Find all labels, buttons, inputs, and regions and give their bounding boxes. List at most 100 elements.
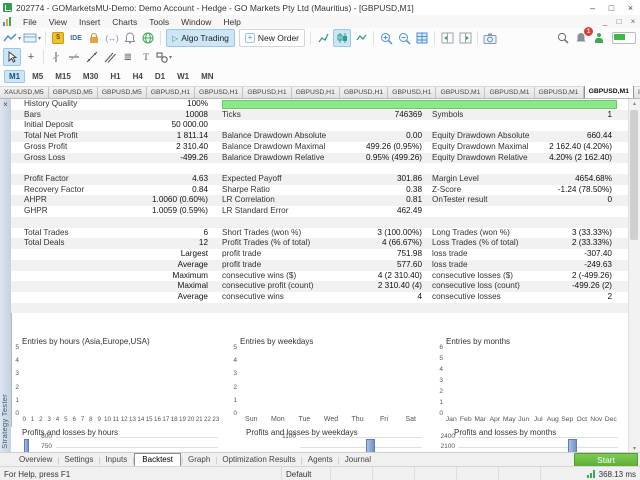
chart-tab[interactable]: Inside Quant — [634, 87, 640, 98]
chart-type-line-icon[interactable]: ▾ — [3, 30, 21, 46]
minimize-button[interactable]: – — [583, 0, 602, 15]
gridline — [56, 447, 218, 448]
notifications-bell-icon[interactable]: 1 — [573, 27, 593, 46]
vertical-line-tool-icon[interactable] — [48, 49, 64, 65]
menu-item-tools[interactable]: Tools — [143, 17, 175, 27]
chart-tab[interactable]: GBPUSD,M1 — [485, 87, 535, 98]
menu-item-insert[interactable]: Insert — [73, 17, 106, 27]
tester-tab-agents[interactable]: Agents — [303, 454, 338, 466]
tick-chart-icon[interactable] — [315, 30, 331, 46]
trendline-tool-icon[interactable] — [84, 49, 100, 65]
scroll-up-icon[interactable]: ▴ — [629, 100, 640, 107]
tile-windows-icon[interactable] — [414, 30, 430, 46]
stat-label: consecutive wins ($) — [222, 270, 297, 280]
chart-tab[interactable]: GBPUSD,H1 — [146, 87, 196, 98]
chart-tab[interactable]: GBPUSD,H1 — [243, 87, 292, 98]
x-axis-tick: Aug — [546, 416, 559, 423]
web-terminal-icon[interactable] — [140, 30, 156, 46]
menu-item-window[interactable]: Window — [175, 17, 217, 27]
menu-item-charts[interactable]: Charts — [106, 17, 143, 27]
crosshair-tool-icon[interactable]: + — [23, 49, 39, 65]
chart-tab[interactable]: GBPUSD,M5 — [48, 87, 98, 98]
tester-tab-backtest[interactable]: Backtest — [134, 453, 181, 467]
lock-icon[interactable] — [86, 30, 102, 46]
tester-tab-inputs[interactable]: Inputs — [100, 454, 132, 466]
market-watch-icon[interactable]: $ — [50, 30, 66, 46]
channel-tool-icon[interactable] — [102, 49, 118, 65]
line-chart-mode-icon[interactable] — [353, 30, 369, 46]
horizontal-line-tool-icon[interactable] — [66, 49, 82, 65]
timeframe-m15[interactable]: M15 — [50, 70, 76, 83]
screenshot-camera-icon[interactable] — [482, 30, 498, 46]
tester-tab-journal[interactable]: Journal — [340, 454, 376, 466]
chart-tab[interactable]: GBPUSD,M1 — [583, 86, 634, 98]
stat-label: loss trade — [432, 259, 468, 269]
profile-status[interactable]: Default — [281, 467, 331, 480]
connection-toggle[interactable] — [612, 32, 636, 44]
chart-tab[interactable]: GBPUSD,H1 — [339, 87, 389, 98]
stat-value: 4 (66.67%) — [381, 238, 422, 248]
mdi-restore-button[interactable]: □ — [612, 17, 626, 26]
alerts-bell-icon[interactable] — [122, 30, 138, 46]
tester-tab-optimization-results[interactable]: Optimization Results — [217, 454, 300, 466]
stats-cell: OnTester result 0 — [425, 195, 619, 206]
ide-icon[interactable]: IDE — [68, 30, 84, 46]
timeframe-d1[interactable]: D1 — [150, 70, 170, 83]
menu-item-file[interactable]: File — [17, 17, 43, 27]
timeframe-m5[interactable]: M5 — [27, 70, 48, 83]
menu-item-view[interactable]: View — [43, 17, 73, 27]
bar-chart-mode-icon[interactable] — [333, 29, 352, 47]
mdi-close-button[interactable]: × — [626, 17, 640, 26]
chart-tab[interactable]: GBPUSD,H1 — [388, 87, 437, 98]
menu-bar: File View Insert Charts Tools Window Help _ □ … — [0, 15, 640, 29]
maximize-button[interactable]: □ — [602, 0, 621, 15]
depth-of-market-icon[interactable]: (↔) — [104, 30, 120, 46]
chart-tab[interactable]: GBPUSD,H1 — [195, 87, 244, 98]
stat-value: Largest — [180, 249, 208, 259]
chart-profile-icon[interactable]: ▾ — [23, 30, 41, 46]
tester-tab-graph[interactable]: Graph — [183, 454, 215, 466]
mdi-minimize-button[interactable]: _ — [598, 17, 612, 26]
y-axis-tick: 3 — [233, 370, 237, 377]
stats-row: History Quality 100% — [11, 99, 629, 110]
status-bar: For Help, press F1 Default 368.13 ms — [0, 466, 640, 480]
timeframe-m1[interactable]: M1 — [4, 69, 26, 83]
menu-item-help[interactable]: Help — [217, 17, 246, 27]
tester-close-icon[interactable]: × — [0, 100, 11, 109]
community-person-icon[interactable] — [591, 30, 607, 46]
x-axis-tick: 13 — [129, 416, 136, 423]
close-button[interactable]: × — [621, 0, 640, 15]
fibonacci-tool-icon[interactable]: ≣ — [120, 49, 136, 65]
chart-tab[interactable]: GBPUSD,M1 — [534, 87, 584, 98]
chart-tab[interactable]: XAUUSD,M5 — [0, 87, 49, 98]
tester-tab-overview[interactable]: Overview — [14, 454, 57, 466]
text-tool-icon[interactable]: T — [138, 49, 154, 65]
chart-tab[interactable]: GBPUSD,M1 — [436, 87, 486, 98]
zoom-in-icon[interactable] — [378, 30, 394, 46]
scrollbar-thumb[interactable] — [630, 110, 638, 240]
stat-label: Bars — [24, 109, 41, 119]
chart-tab[interactable]: GBPUSD,H1 — [291, 87, 340, 98]
tester-scrollbar[interactable]: ▴ ▾ — [628, 99, 640, 453]
timeframe-mn[interactable]: MN — [196, 70, 218, 83]
zoom-out-icon[interactable] — [396, 30, 412, 46]
timeframe-h4[interactable]: H4 — [128, 70, 148, 83]
stat-value: 4654.68% — [575, 174, 612, 184]
timeframe-m30[interactable]: M30 — [78, 70, 104, 83]
scroll-down-icon[interactable]: ▾ — [629, 445, 640, 452]
tester-tab-settings[interactable]: Settings — [59, 454, 98, 466]
shift-chart-right-icon[interactable] — [457, 30, 473, 46]
search-icon[interactable] — [555, 30, 571, 46]
timeframe-h1[interactable]: H1 — [105, 70, 125, 83]
cursor-tool-icon[interactable] — [3, 48, 21, 66]
timeframe-w1[interactable]: W1 — [172, 70, 194, 83]
new-order-button[interactable]: + New Order — [238, 29, 306, 47]
stats-cell: Profit Factor 4.63 — [11, 174, 213, 185]
shift-chart-left-icon[interactable] — [439, 30, 455, 46]
start-button[interactable]: Start — [574, 453, 638, 467]
stat-label: Total Deals — [24, 238, 65, 248]
chart-tab[interactable]: GBPUSD,M5 — [97, 87, 147, 98]
stats-cell: Symbols 1 — [425, 110, 619, 121]
algo-trading-button[interactable]: ▷ Algo Trading — [166, 29, 235, 47]
shapes-tool-icon[interactable]: ▾ — [156, 49, 172, 65]
